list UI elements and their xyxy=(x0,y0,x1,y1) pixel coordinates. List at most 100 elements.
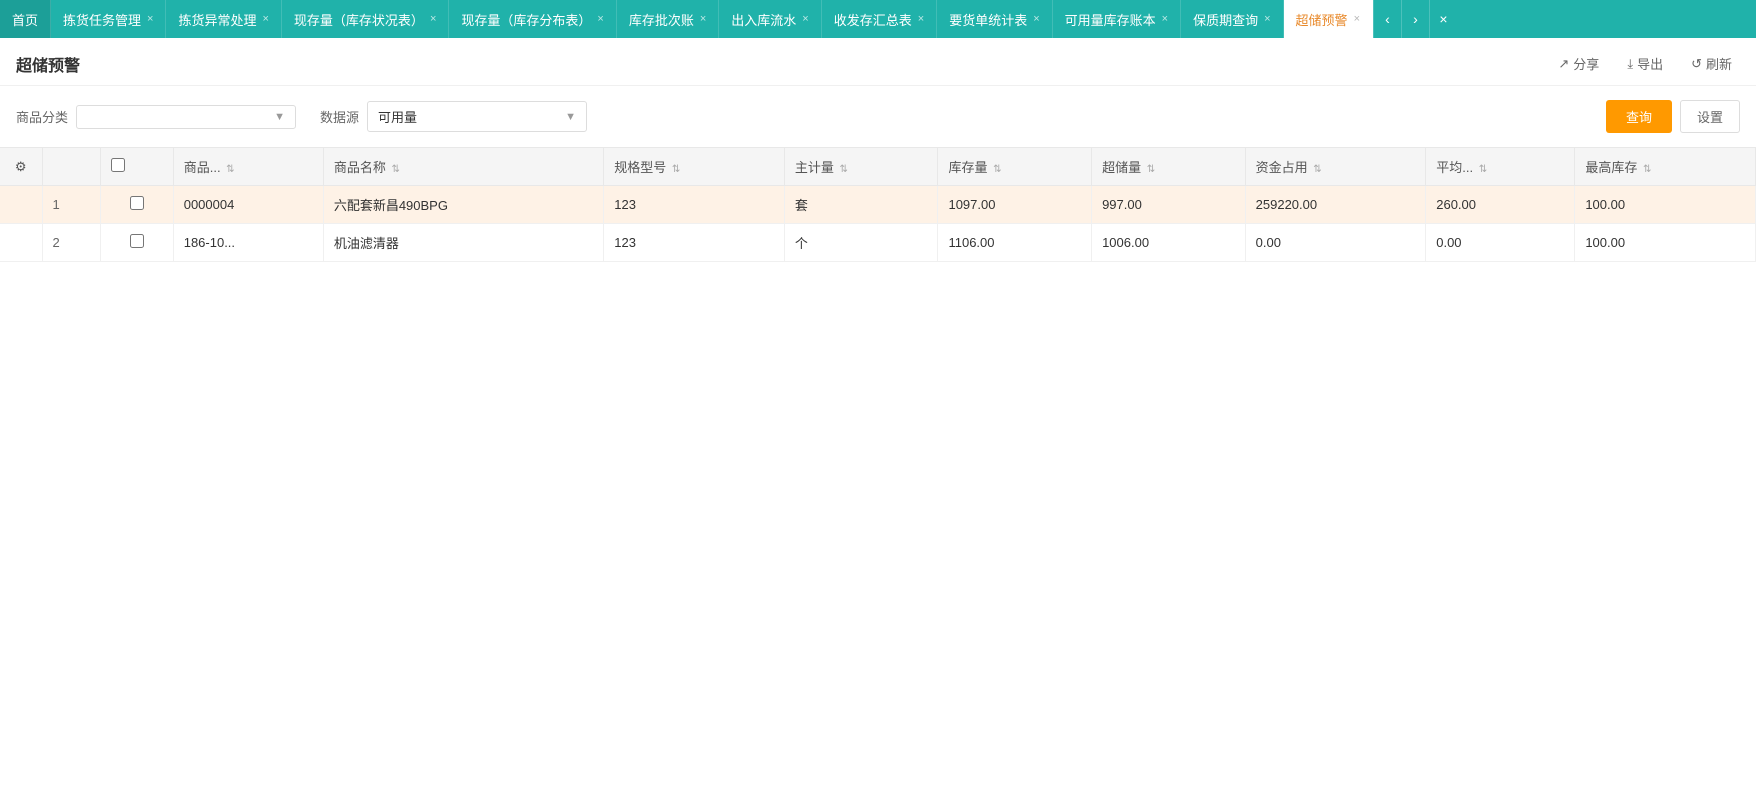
row-stock: 1106.00 xyxy=(938,224,1092,262)
row-checkbox-cell[interactable] xyxy=(101,186,174,224)
nav-close-button[interactable]: × xyxy=(1429,0,1457,38)
row-index: 1 xyxy=(42,186,101,224)
sort-icon-name: ⇅ xyxy=(391,164,399,175)
category-select[interactable]: ▼ xyxy=(76,105,296,129)
topbar-item-拣货任务管理[interactable]: 拣货任务管理 × xyxy=(51,0,166,38)
sort-icon-max-stock: ⇅ xyxy=(1643,164,1651,175)
topbar-item-label: 可用量库存账本 xyxy=(1065,10,1156,29)
close-icon[interactable]: × xyxy=(1264,13,1270,25)
close-icon[interactable]: × xyxy=(1162,13,1168,25)
row-overstock: 997.00 xyxy=(1092,186,1246,224)
col-avg[interactable]: 平均... ⇅ xyxy=(1426,148,1575,186)
select-all-checkbox[interactable] xyxy=(111,158,125,172)
page-header: 超储预警 ↗ 分享 ⤓ 导出 ↺ 刷新 xyxy=(0,38,1756,86)
close-icon[interactable]: × xyxy=(262,13,268,25)
row-settings-cell xyxy=(0,186,42,224)
topbar-item-label: 收发存汇总表 xyxy=(834,10,912,29)
col-name[interactable]: 商品名称 ⇅ xyxy=(323,148,603,186)
row-unit: 套 xyxy=(784,186,938,224)
topbar-item-label: 现存量（库存分布表） xyxy=(461,10,591,29)
close-icon[interactable]: × xyxy=(700,13,706,25)
col-overstock[interactable]: 超储量 ⇅ xyxy=(1092,148,1246,186)
sort-icon-stock: ⇅ xyxy=(993,164,1001,175)
row-checkbox[interactable] xyxy=(130,196,144,210)
close-icon[interactable]: × xyxy=(802,13,808,25)
datasource-select[interactable]: 可用量 ▼ xyxy=(367,101,587,132)
topbar-item-现存量（库存状况表）[interactable]: 现存量（库存状况表）× xyxy=(282,0,449,38)
export-icon: ⤓ xyxy=(1627,56,1633,72)
topbar: 首页拣货任务管理×拣货异常处理×现存量（库存状况表）×现存量（库存分布表）×库存… xyxy=(0,0,1756,38)
topbar-item-label: 拣货异常处理 xyxy=(178,10,256,29)
row-name: 机油滤清器 xyxy=(323,224,603,262)
topbar-item-label: 超储预警 xyxy=(1296,10,1348,29)
col-checkbox xyxy=(101,148,174,186)
row-spec: 123 xyxy=(604,186,785,224)
row-checkbox[interactable] xyxy=(130,234,144,248)
sort-icon-code: ⇅ xyxy=(226,164,234,175)
table-row: 2 186-10... 机油滤清器 123 个 1106.00 1006.00 … xyxy=(0,224,1756,262)
refresh-icon: ↺ xyxy=(1691,56,1702,72)
topbar-item-收发存汇总表[interactable]: 收发存汇总表 × xyxy=(822,0,937,38)
table-row: 1 0000004 六配套新昌490BPG 123 套 1097.00 997.… xyxy=(0,186,1756,224)
row-checkbox-cell[interactable] xyxy=(101,224,174,262)
topbar-item-超储预警[interactable]: 超储预警 × xyxy=(1284,0,1373,38)
row-max-stock: 100.00 xyxy=(1575,186,1756,224)
row-stock: 1097.00 xyxy=(938,186,1092,224)
close-icon[interactable]: × xyxy=(597,13,603,25)
sort-icon-capital: ⇅ xyxy=(1313,164,1321,175)
close-icon[interactable]: × xyxy=(1354,13,1360,25)
export-button[interactable]: ⤓ 导出 xyxy=(1619,50,1671,77)
topbar-item-label: 保质期查询 xyxy=(1193,10,1258,29)
row-avg: 0.00 xyxy=(1426,224,1575,262)
chevron-down-icon-2: ▼ xyxy=(565,111,576,123)
col-settings: ⚙ xyxy=(0,148,42,186)
col-index xyxy=(42,148,101,186)
col-code[interactable]: 商品... ⇅ xyxy=(173,148,323,186)
datasource-select-value: 可用量 xyxy=(378,107,417,126)
topbar-item-label: 要货单统计表 xyxy=(949,10,1027,29)
col-spec[interactable]: 规格型号 ⇅ xyxy=(604,148,785,186)
row-spec: 123 xyxy=(604,224,785,262)
topbar-item-label: 拣货任务管理 xyxy=(63,10,141,29)
topbar-item-要货单统计表[interactable]: 要货单统计表 × xyxy=(937,0,1052,38)
refresh-button[interactable]: ↺ 刷新 xyxy=(1683,50,1740,77)
topbar-item-label: 出入库流水 xyxy=(731,10,796,29)
filter-area: 商品分类 ▼ 数据源 可用量 ▼ 查询 设置 xyxy=(0,86,1756,147)
nav-next-button[interactable]: › xyxy=(1401,0,1429,38)
row-name: 六配套新昌490BPG xyxy=(323,186,603,224)
row-code: 186-10... xyxy=(173,224,323,262)
col-stock[interactable]: 库存量 ⇅ xyxy=(938,148,1092,186)
topbar-item-首页[interactable]: 首页 xyxy=(0,0,51,38)
row-max-stock: 100.00 xyxy=(1575,224,1756,262)
topbar-item-拣货异常处理[interactable]: 拣货异常处理 × xyxy=(166,0,281,38)
row-capital: 259220.00 xyxy=(1245,186,1426,224)
share-button[interactable]: ↗ 分享 xyxy=(1550,50,1607,77)
page-title: 超储预警 xyxy=(16,52,80,76)
settings-button[interactable]: 设置 xyxy=(1680,100,1740,133)
query-button[interactable]: 查询 xyxy=(1606,100,1672,133)
col-capital[interactable]: 资金占用 ⇅ xyxy=(1245,148,1426,186)
topbar-item-库存批次账[interactable]: 库存批次账 × xyxy=(617,0,719,38)
topbar-item-出入库流水[interactable]: 出入库流水 × xyxy=(719,0,821,38)
filter-group-category: 商品分类 ▼ xyxy=(16,105,296,129)
share-icon: ↗ xyxy=(1558,56,1569,72)
col-unit[interactable]: 主计量 ⇅ xyxy=(784,148,938,186)
close-icon[interactable]: × xyxy=(147,13,153,25)
topbar-item-保质期查询[interactable]: 保质期查询 × xyxy=(1181,0,1283,38)
sort-icon-unit: ⇅ xyxy=(840,164,848,175)
close-icon[interactable]: × xyxy=(1033,13,1039,25)
topbar-item-label: 库存批次账 xyxy=(629,10,694,29)
nav-prev-button[interactable]: ‹ xyxy=(1373,0,1401,38)
col-max-stock[interactable]: 最高库存 ⇅ xyxy=(1575,148,1756,186)
row-code: 0000004 xyxy=(173,186,323,224)
topbar-item-现存量（库存分布表）[interactable]: 现存量（库存分布表） × xyxy=(449,0,616,38)
filter-actions: 查询 设置 xyxy=(1606,100,1740,133)
close-icon[interactable]: × xyxy=(918,13,924,25)
close-icon[interactable]: × xyxy=(430,13,436,25)
topbar-item-可用量库存账本[interactable]: 可用量库存账本 × xyxy=(1053,0,1181,38)
chevron-down-icon: ▼ xyxy=(274,111,285,123)
row-settings-cell xyxy=(0,224,42,262)
gear-icon[interactable]: ⚙ xyxy=(15,159,27,175)
table-wrap: ⚙ 商品... ⇅ 商品名称 ⇅ 规格型号 ⇅ xyxy=(0,147,1756,262)
filter-group-datasource: 数据源 可用量 ▼ xyxy=(320,101,587,132)
